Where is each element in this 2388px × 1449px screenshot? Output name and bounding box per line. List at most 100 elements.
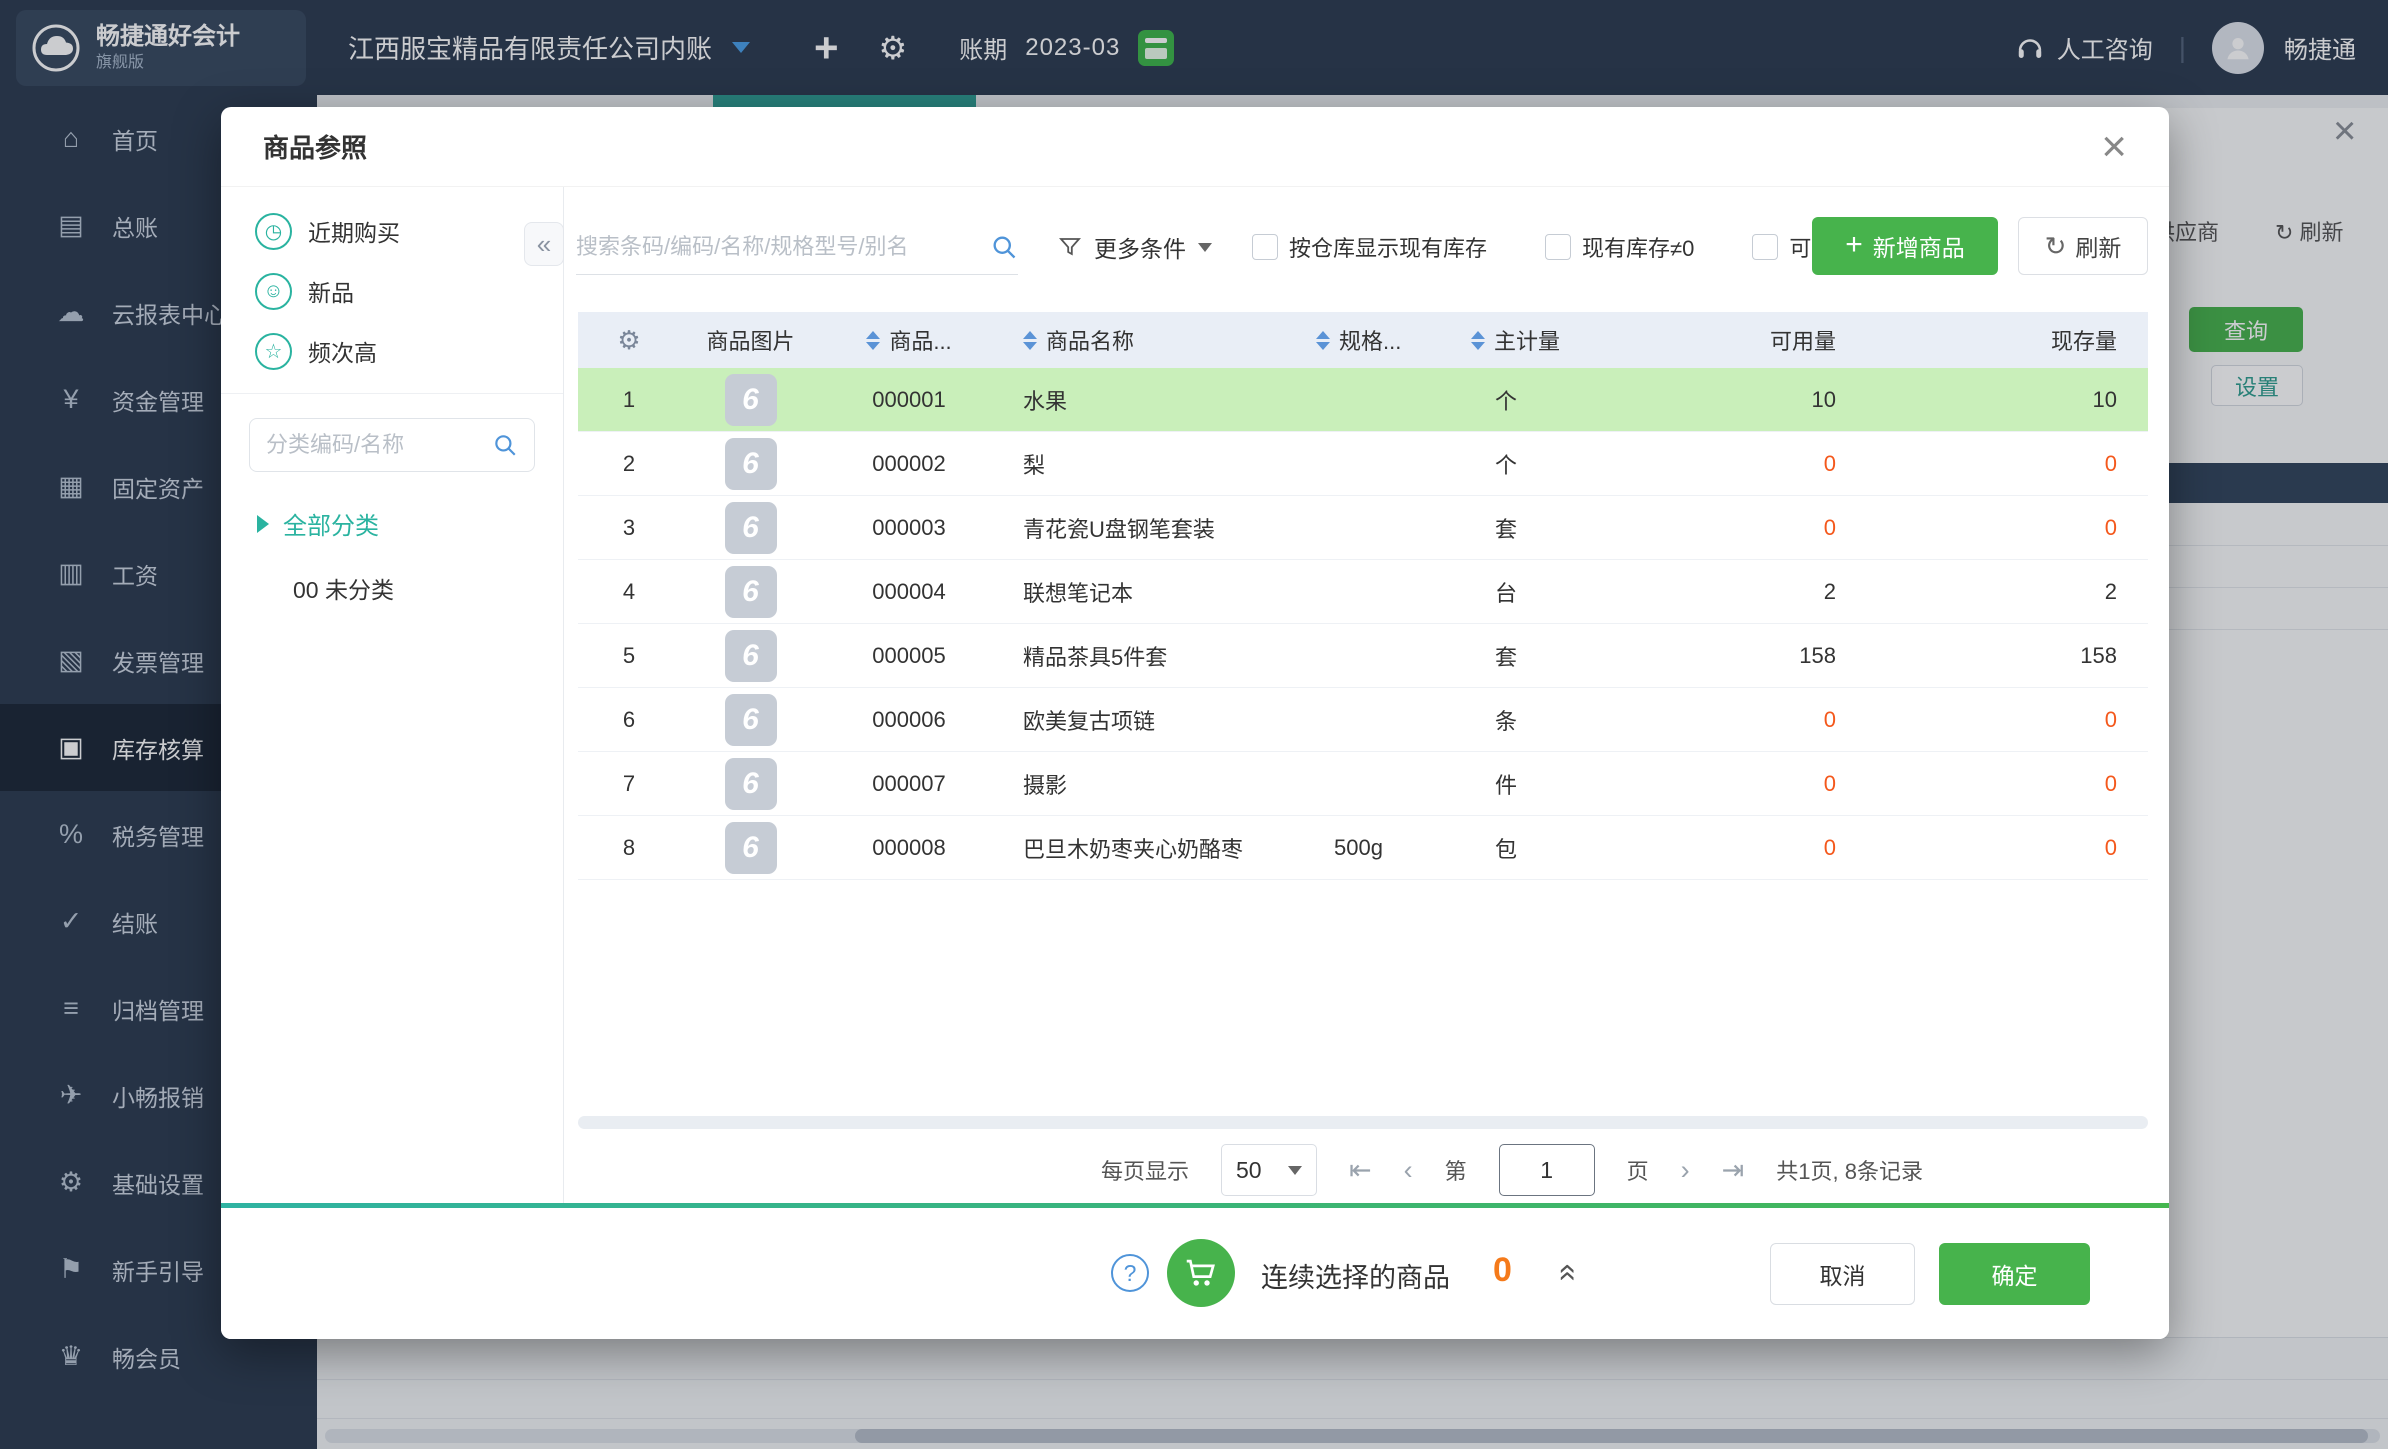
table-row[interactable]: 3 000003 青花瓷U盘钢笔套装 套 0 0 <box>578 496 2148 560</box>
checkbox-box[interactable] <box>1752 234 1779 260</box>
cell-seq: 4 <box>622 578 636 604</box>
product-image-placeholder-icon <box>724 757 777 810</box>
quick-filter-item[interactable]: ☺ 新品 <box>221 261 563 321</box>
cell-unit: 台 <box>1495 580 1518 606</box>
column-header-stock[interactable]: 现存量 <box>1880 324 2147 356</box>
table-header-row: ⚙ 商品图片 商品... 商品名称 规格... 主计量 可用量 现存量 <box>578 312 2148 368</box>
sort-icon[interactable] <box>1023 330 1037 350</box>
collapse-panel-button[interactable]: « <box>524 222 564 266</box>
chevron-down-icon <box>1288 1165 1303 1175</box>
cell-unit: 个 <box>1495 388 1518 414</box>
close-icon[interactable]: × <box>2101 124 2127 169</box>
collapse-selection-chevron-icon[interactable]: » <box>1546 1264 1583 1282</box>
cell-code: 000005 <box>872 642 946 668</box>
table-row[interactable]: 4 000004 联想笔记本 台 2 2 <box>578 560 2148 624</box>
per-page-label: 每页显示 <box>1101 1159 1190 1184</box>
table-row[interactable]: 7 000007 摄影 件 0 0 <box>578 752 2148 816</box>
last-page-button[interactable]: ⇥ <box>1722 1156 1745 1184</box>
table-body: 1 000001 水果 个 10 10 <box>578 368 2148 880</box>
refresh-icon: ↻ <box>2044 231 2067 261</box>
product-image-placeholder-icon <box>724 693 777 746</box>
cell-available: 0 <box>1823 770 1836 796</box>
quick-filter-item[interactable]: ◷ 近期购买 <box>221 201 563 261</box>
dialog-title: 商品参照 <box>263 133 368 163</box>
cell-unit: 包 <box>1495 836 1518 862</box>
more-filters-button[interactable]: 更多条件 <box>1058 219 1212 275</box>
column-header-unit[interactable]: 主计量 <box>1431 324 1659 356</box>
cell-available: 0 <box>1823 450 1836 476</box>
cell-image <box>680 501 821 554</box>
cell-stock: 0 <box>2104 770 2117 796</box>
search-icon[interactable] <box>492 432 518 458</box>
pagination-summary: 共1页, 8条记录 <box>1776 1159 1923 1184</box>
sort-icon[interactable] <box>866 330 881 350</box>
all-categories-toggle[interactable]: 全部分类 <box>257 506 563 541</box>
product-search-input[interactable] <box>576 233 990 260</box>
column-header-name[interactable]: 商品名称 <box>997 324 1306 356</box>
per-page-select[interactable]: 50 <box>1221 1144 1318 1196</box>
cell-name: 联想笔记本 <box>1023 580 1134 606</box>
column-header-available[interactable]: 可用量 <box>1659 324 1880 356</box>
refresh-label: 刷新 <box>2075 235 2122 261</box>
per-page-value: 50 <box>1236 1156 1262 1183</box>
cell-available: 0 <box>1823 834 1836 860</box>
category-item-uncategorized[interactable]: 00 未分类 <box>293 571 563 605</box>
cell-seq: 6 <box>622 706 636 732</box>
column-header-spec[interactable]: 规格... <box>1306 324 1431 356</box>
cell-name: 精品茶具5件套 <box>1023 644 1168 670</box>
search-icon[interactable] <box>990 233 1018 261</box>
cell-name: 青花瓷U盘钢笔套装 <box>1023 516 1215 542</box>
quick-filter-item[interactable]: ☆ 频次高 <box>221 321 563 381</box>
first-page-button[interactable]: ⇤ <box>1349 1156 1372 1184</box>
sort-icon[interactable] <box>1471 330 1485 350</box>
stock-filter-checkbox[interactable]: 现有库存≠0 <box>1545 231 1694 263</box>
cell-seq: 3 <box>622 514 636 540</box>
cell-name: 梨 <box>1023 452 1046 478</box>
cancel-button[interactable]: 取消 <box>1770 1243 1915 1305</box>
page-input[interactable] <box>1498 1144 1595 1196</box>
cell-stock: 2 <box>2104 578 2117 604</box>
add-product-label: 新增商品 <box>1872 235 1965 261</box>
more-filters-label: 更多条件 <box>1094 236 1186 262</box>
checkbox-box[interactable] <box>1252 234 1278 260</box>
gear-icon[interactable]: ⚙ <box>617 325 640 356</box>
category-panel: ◷ 近期购买 ☺ 新品 ☆ 频次高 分类编码/名称 全部分类 00 未分类 « <box>221 187 564 1203</box>
sort-icon[interactable] <box>1316 330 1330 350</box>
cell-unit: 条 <box>1495 708 1518 734</box>
prev-page-button[interactable]: ‹ <box>1404 1156 1413 1184</box>
cell-stock: 10 <box>2092 386 2117 412</box>
checkbox-box[interactable] <box>1545 234 1572 260</box>
chevron-down-icon <box>1198 242 1212 252</box>
add-product-button[interactable]: + 新增商品 <box>1812 217 1998 275</box>
table-row[interactable]: 1 000001 水果 个 10 10 <box>578 368 2148 432</box>
cell-code: 000008 <box>872 834 946 860</box>
next-page-button[interactable]: › <box>1681 1156 1690 1184</box>
table-row[interactable]: 5 000005 精品茶具5件套 套 158 158 <box>578 624 2148 688</box>
cell-name: 摄影 <box>1023 772 1068 798</box>
cell-seq: 2 <box>622 450 636 476</box>
column-label: 商品图片 <box>706 329 795 354</box>
quick-filter-icon: ☺ <box>255 272 292 310</box>
confirm-button[interactable]: 确定 <box>1939 1243 2090 1305</box>
cell-stock: 0 <box>2104 706 2117 732</box>
table-horizontal-scrollbar[interactable] <box>578 1116 2148 1129</box>
column-settings-header[interactable]: ⚙ <box>578 325 680 356</box>
selected-products-count: 0 <box>1493 1251 1512 1289</box>
quick-filter-list: ◷ 近期购买 ☺ 新品 ☆ 频次高 <box>221 187 563 381</box>
refresh-button[interactable]: ↻ 刷新 <box>2018 217 2148 275</box>
page-prefix-label: 第 <box>1444 1159 1467 1184</box>
table-row[interactable]: 8 000008 巴旦木奶枣夹心奶酪枣 500g 包 0 0 <box>578 816 2148 880</box>
product-image-placeholder-icon <box>724 437 777 490</box>
category-search-input[interactable] <box>266 432 492 458</box>
table-row[interactable]: 2 000002 梨 个 0 0 <box>578 432 2148 496</box>
cell-code: 000002 <box>872 450 946 476</box>
cell-stock: 0 <box>2104 450 2117 476</box>
funnel-icon <box>1058 235 1082 259</box>
column-header-code[interactable]: 商品... <box>821 324 997 356</box>
column-label: 商品名称 <box>1046 329 1135 354</box>
table-row[interactable]: 6 000006 欧美复古项链 条 0 0 <box>578 688 2148 752</box>
cell-name: 巴旦木奶枣夹心奶酪枣 <box>1023 836 1244 862</box>
cell-available: 2 <box>1823 578 1836 604</box>
help-icon[interactable]: ? <box>1111 1254 1149 1292</box>
stock-filter-checkbox[interactable]: 按仓库显示现有库存 <box>1252 231 1487 263</box>
